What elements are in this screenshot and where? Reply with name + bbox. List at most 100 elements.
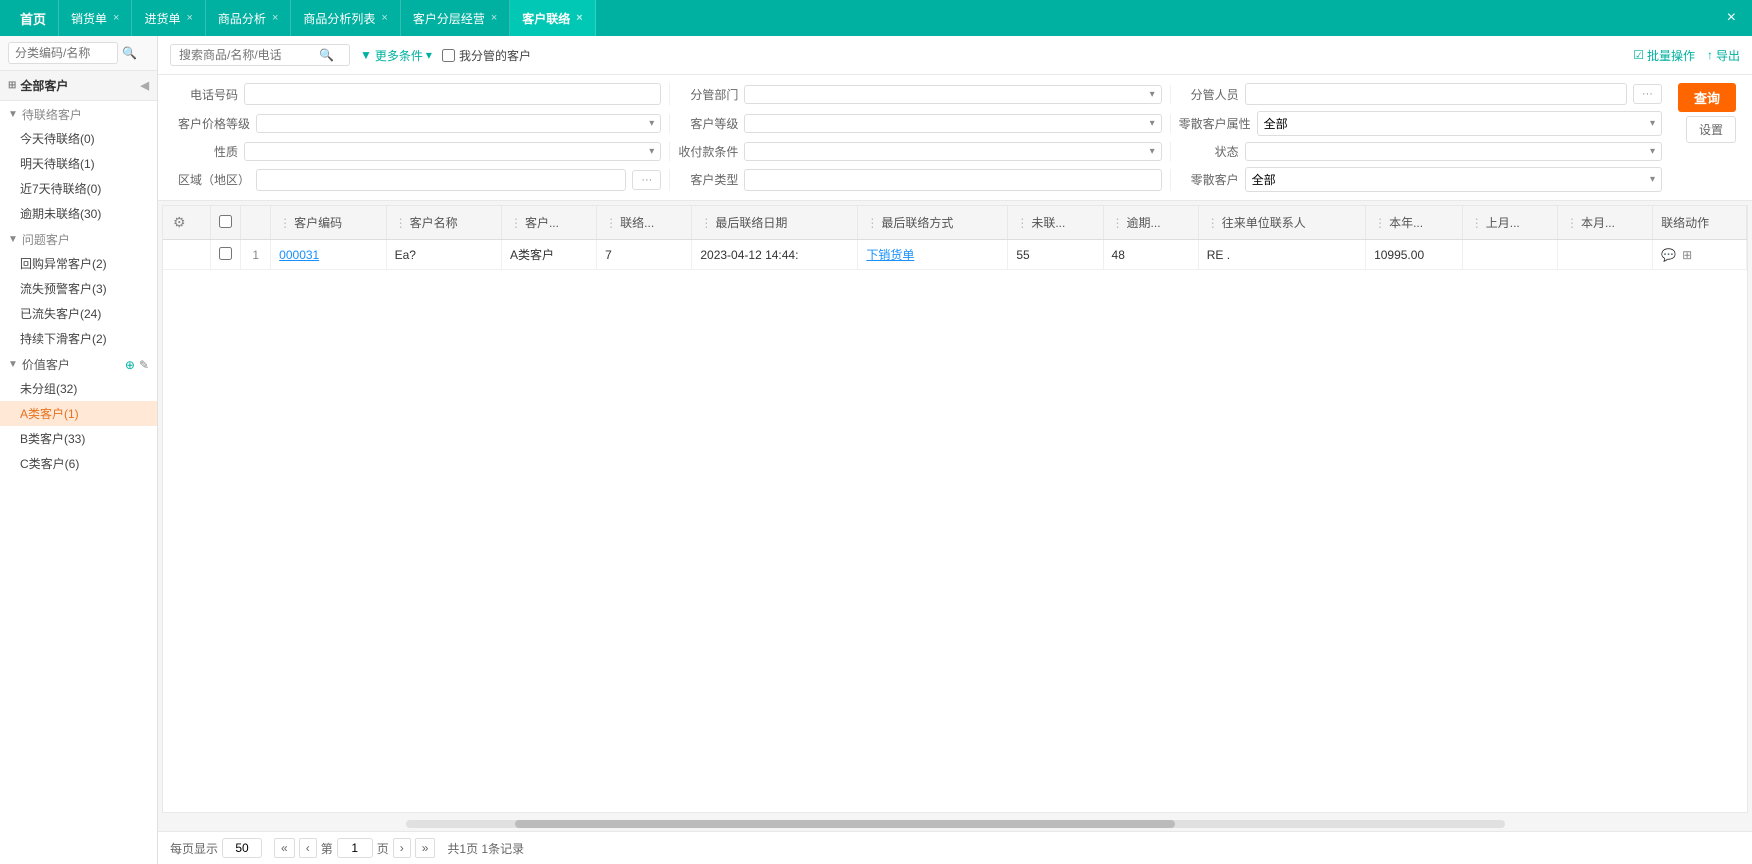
close-customer-contact-tab[interactable]: × xyxy=(576,12,582,24)
tab-goods-analysis[interactable]: 商品分析 × xyxy=(206,0,291,36)
page-size-area: 每页显示 xyxy=(170,838,262,858)
row-last-contact-method-cell: 下销货单 xyxy=(858,240,1008,270)
dept-select[interactable]: ▾ xyxy=(744,85,1161,104)
customer-type-label: 客户类型 xyxy=(678,171,738,188)
col-last-contact-date[interactable]: 最后联络日期 xyxy=(692,206,858,240)
tab-sales[interactable]: 销货单 × xyxy=(59,0,132,36)
page-size-input[interactable] xyxy=(222,838,262,858)
col-code[interactable]: 客户编码 xyxy=(271,206,386,240)
last-page-btn[interactable]: » xyxy=(415,838,436,858)
retail-customer-select[interactable]: 全部 ▾ xyxy=(1245,167,1662,192)
select-all-checkbox[interactable] xyxy=(219,215,232,228)
message-icon[interactable]: 💬 xyxy=(1661,248,1676,262)
qr-icon[interactable]: ⊞ xyxy=(1682,248,1692,262)
prev-page-btn[interactable]: ‹ xyxy=(299,838,317,858)
sidebar-search-area: 🔍 xyxy=(0,36,157,71)
more-conditions-btn[interactable]: ▼ 更多条件 ▾ xyxy=(360,47,432,64)
next-page-btn[interactable]: › xyxy=(393,838,411,858)
sidebar-item-repurchase-abnormal[interactable]: 回购异常客户(2) xyxy=(0,251,157,276)
region-input[interactable] xyxy=(256,169,626,191)
filter-cell-payment: 收付款条件 ▾ xyxy=(670,142,1170,161)
export-btn[interactable]: ↑ 导出 xyxy=(1707,47,1740,64)
all-customers-header[interactable]: ⊞ 全部客户 ◀ xyxy=(0,71,157,101)
filter-cell-retail-customer: 零散客户 全部 ▾ xyxy=(1171,167,1670,192)
col-not-contacted[interactable]: 未联... xyxy=(1008,206,1103,240)
main-layout: 🔍 ⊞ 全部客户 ◀ ▼ 待联络客户 今天待联络(0) 明天待联络(1) 近7天… xyxy=(0,36,1752,864)
filter-cell-status: 状态 ▾ xyxy=(1171,142,1670,161)
col-this-month[interactable]: 本月... xyxy=(1557,206,1652,240)
col-this-year[interactable]: 本年... xyxy=(1366,206,1463,240)
customer-code-link[interactable]: 000031 xyxy=(279,248,319,262)
filter-row-1: 电话号码 分管部门 ▾ 分管人员 xyxy=(170,83,1670,105)
col-last-month[interactable]: 上月... xyxy=(1462,206,1557,240)
contact-method-link[interactable]: 下销货单 xyxy=(866,248,914,262)
add-value-group-icon[interactable]: ⊕ xyxy=(125,358,135,372)
horizontal-scrollbar-thumb[interactable] xyxy=(515,820,1174,828)
col-category[interactable]: 客户... xyxy=(501,206,596,240)
row-select-checkbox[interactable] xyxy=(219,247,232,260)
sidebar-item-class-b[interactable]: B类客户(33) xyxy=(0,426,157,451)
tab-purchase[interactable]: 进货单 × xyxy=(132,0,205,36)
status-select[interactable]: ▾ xyxy=(1245,142,1662,161)
close-customer-segment-tab[interactable]: × xyxy=(491,12,497,24)
phone-input[interactable] xyxy=(244,83,661,105)
sidebar-search-icon[interactable]: 🔍 xyxy=(122,46,137,60)
top-nav: 首页 销货单 × 进货单 × 商品分析 × 商品分析列表 × 客户分层经营 × … xyxy=(0,0,1752,36)
current-page-input[interactable] xyxy=(337,838,373,858)
sidebar-item-7days-contact[interactable]: 近7天待联络(0) xyxy=(0,176,157,201)
horizontal-scrollbar-track[interactable] xyxy=(406,820,1505,828)
sidebar-item-class-c[interactable]: C类客户(6) xyxy=(0,451,157,476)
tab-home[interactable]: 首页 xyxy=(8,0,59,36)
tab-goods-analysis-list[interactable]: 商品分析列表 × xyxy=(291,0,400,36)
customer-level-select[interactable]: ▾ xyxy=(744,114,1161,133)
main-search-icon[interactable]: 🔍 xyxy=(319,48,334,62)
close-goods-analysis-tab[interactable]: × xyxy=(272,12,278,24)
col-unit-contact[interactable]: 往来单位联系人 xyxy=(1198,206,1365,240)
my-customers-checkbox[interactable] xyxy=(442,49,455,62)
region-more-btn[interactable]: ··· xyxy=(632,170,661,190)
action-icons-group: 💬 ⊞ xyxy=(1661,248,1738,262)
row-code-cell[interactable]: 000031 xyxy=(271,240,386,270)
first-page-btn[interactable]: « xyxy=(274,838,295,858)
settings-button[interactable]: 设置 xyxy=(1686,116,1736,143)
customer-type-input[interactable] xyxy=(744,169,1161,191)
price-level-select[interactable]: ▾ xyxy=(256,114,661,133)
retail-attr-label: 零散客户属性 xyxy=(1179,115,1251,132)
person-input[interactable] xyxy=(1245,83,1627,105)
person-more-btn[interactable]: ··· xyxy=(1633,84,1662,104)
nature-select[interactable]: ▾ xyxy=(244,142,661,161)
grid-icon: ⊞ xyxy=(8,80,16,91)
close-all-tabs[interactable]: × xyxy=(1719,9,1744,27)
col-last-contact-method[interactable]: 最后联络方式 xyxy=(858,206,1008,240)
col-name[interactable]: 客户名称 xyxy=(386,206,501,240)
table-settings-icon[interactable]: ⚙ xyxy=(171,212,188,233)
nature-label: 性质 xyxy=(178,143,238,160)
sidebar-item-declining[interactable]: 持续下滑客户(2) xyxy=(0,326,157,351)
sidebar-item-ungrouped[interactable]: 未分组(32) xyxy=(0,376,157,401)
tab-customer-segment[interactable]: 客户分层经营 × xyxy=(401,0,510,36)
sidebar-item-today-contact[interactable]: 今天待联络(0) xyxy=(0,126,157,151)
row-this-month-cell xyxy=(1557,240,1652,270)
sidebar: 🔍 ⊞ 全部客户 ◀ ▼ 待联络客户 今天待联络(0) 明天待联络(1) 近7天… xyxy=(0,36,158,864)
close-purchase-tab[interactable]: × xyxy=(186,12,192,24)
nature-arrow-icon: ▾ xyxy=(649,146,654,157)
col-contact[interactable]: 联络... xyxy=(597,206,692,240)
sidebar-item-class-a[interactable]: A类客户(1) xyxy=(0,401,157,426)
batch-op-btn[interactable]: ☑ 批量操作 xyxy=(1633,47,1695,64)
sidebar-item-tomorrow-contact[interactable]: 明天待联络(1) xyxy=(0,151,157,176)
retail-attr-select[interactable]: 全部 ▾ xyxy=(1257,111,1662,136)
tab-customer-contact[interactable]: 客户联络 × xyxy=(510,0,595,36)
sidebar-item-overdue-contact[interactable]: 逾期未联络(30) xyxy=(0,201,157,226)
query-button[interactable]: 查询 xyxy=(1678,83,1736,112)
payment-select[interactable]: ▾ xyxy=(744,142,1161,161)
row-num-cell: 1 xyxy=(241,240,271,270)
problem-customers-label: ▼ 问题客户 xyxy=(0,226,157,251)
sidebar-item-churned[interactable]: 已流失客户(24) xyxy=(0,301,157,326)
edit-value-group-icon[interactable]: ✎ xyxy=(139,358,149,372)
close-sales-tab[interactable]: × xyxy=(113,12,119,24)
close-goods-analysis-list-tab[interactable]: × xyxy=(381,12,387,24)
main-search-input[interactable] xyxy=(179,48,319,62)
sidebar-search-input[interactable] xyxy=(8,42,118,64)
col-overdue[interactable]: 逾期... xyxy=(1103,206,1198,240)
sidebar-item-churn-warning[interactable]: 流失预警客户(3) xyxy=(0,276,157,301)
